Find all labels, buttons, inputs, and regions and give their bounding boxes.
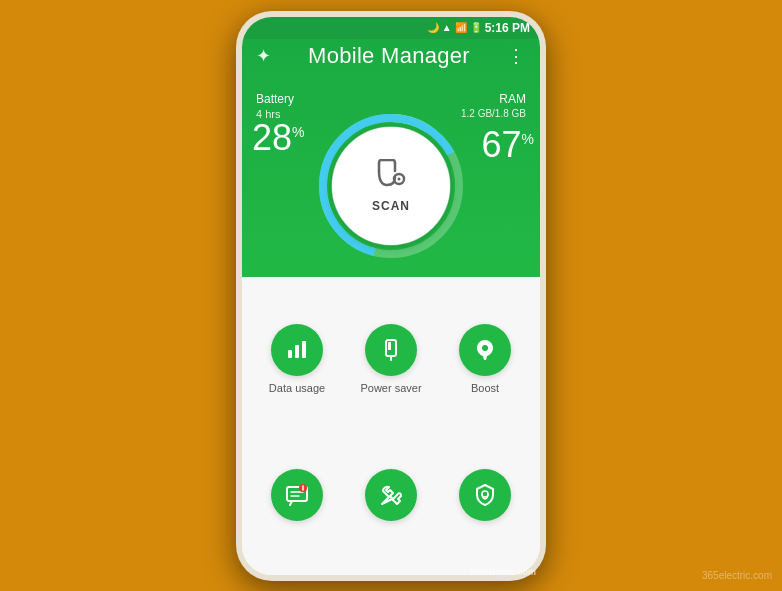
power-saver-label: Power saver bbox=[360, 382, 421, 394]
stethoscope-icon bbox=[369, 159, 413, 199]
more-menu-button[interactable]: ⋮ bbox=[507, 45, 526, 67]
boost-item: Boost bbox=[438, 324, 532, 394]
power-saver-button[interactable] bbox=[365, 324, 417, 376]
top-section: ✦ Mobile Manager ⋮ Battery 4 hrs 28% RAM… bbox=[242, 39, 540, 277]
boost-label: Boost bbox=[471, 382, 499, 394]
phone-outer: 🌙 ▲ 📶 🔋 5:16 PM ✦ Mobile Manager ⋮ Batte… bbox=[236, 11, 546, 581]
time-display: 5:16 PM bbox=[485, 21, 530, 35]
power-saver-item: Power saver bbox=[344, 324, 438, 394]
scan-ring: SCAN bbox=[316, 111, 466, 261]
scan-button[interactable]: SCAN bbox=[332, 127, 450, 245]
svg-rect-13 bbox=[388, 342, 391, 350]
phone-screen: 🌙 ▲ 📶 🔋 5:16 PM ✦ Mobile Manager ⋮ Batte… bbox=[242, 17, 540, 575]
ram-label: RAM bbox=[461, 91, 526, 108]
security-button[interactable] bbox=[459, 469, 511, 521]
svg-rect-10 bbox=[302, 341, 306, 358]
battery-status-icon: 🔋 bbox=[470, 22, 482, 33]
action-row-2 bbox=[250, 469, 532, 527]
svg-rect-8 bbox=[288, 350, 292, 358]
app-header: ✦ Mobile Manager ⋮ bbox=[256, 39, 526, 75]
watermark: 365electric.com bbox=[468, 567, 536, 577]
data-usage-button[interactable] bbox=[271, 324, 323, 376]
status-bar: 🌙 ▲ 📶 🔋 5:16 PM bbox=[242, 17, 540, 39]
svg-rect-9 bbox=[295, 345, 299, 358]
svg-point-14 bbox=[482, 345, 488, 351]
scan-container: SCAN bbox=[256, 111, 526, 261]
svg-point-7 bbox=[398, 177, 401, 180]
scan-label: SCAN bbox=[372, 199, 410, 213]
battery-label: Battery bbox=[256, 91, 294, 108]
wifi-icon: ▲ bbox=[442, 22, 452, 33]
moon-icon: 🌙 bbox=[427, 22, 439, 33]
data-usage-item: Data usage bbox=[250, 324, 344, 394]
messages-button[interactable] bbox=[271, 469, 323, 521]
security-item bbox=[438, 469, 532, 527]
bottom-section: Data usage Power saver bbox=[242, 277, 540, 575]
back-button[interactable]: ✦ bbox=[256, 45, 271, 67]
tools-button[interactable] bbox=[365, 469, 417, 521]
app-title: Mobile Manager bbox=[308, 43, 470, 69]
data-usage-label: Data usage bbox=[269, 382, 325, 394]
signal-icon: 📶 bbox=[455, 22, 467, 33]
tools-item bbox=[344, 469, 438, 527]
action-row-1: Data usage Power saver bbox=[250, 324, 532, 394]
bg-watermark: 365electric.com bbox=[702, 570, 772, 581]
messages-item bbox=[250, 469, 344, 527]
boost-button[interactable] bbox=[459, 324, 511, 376]
